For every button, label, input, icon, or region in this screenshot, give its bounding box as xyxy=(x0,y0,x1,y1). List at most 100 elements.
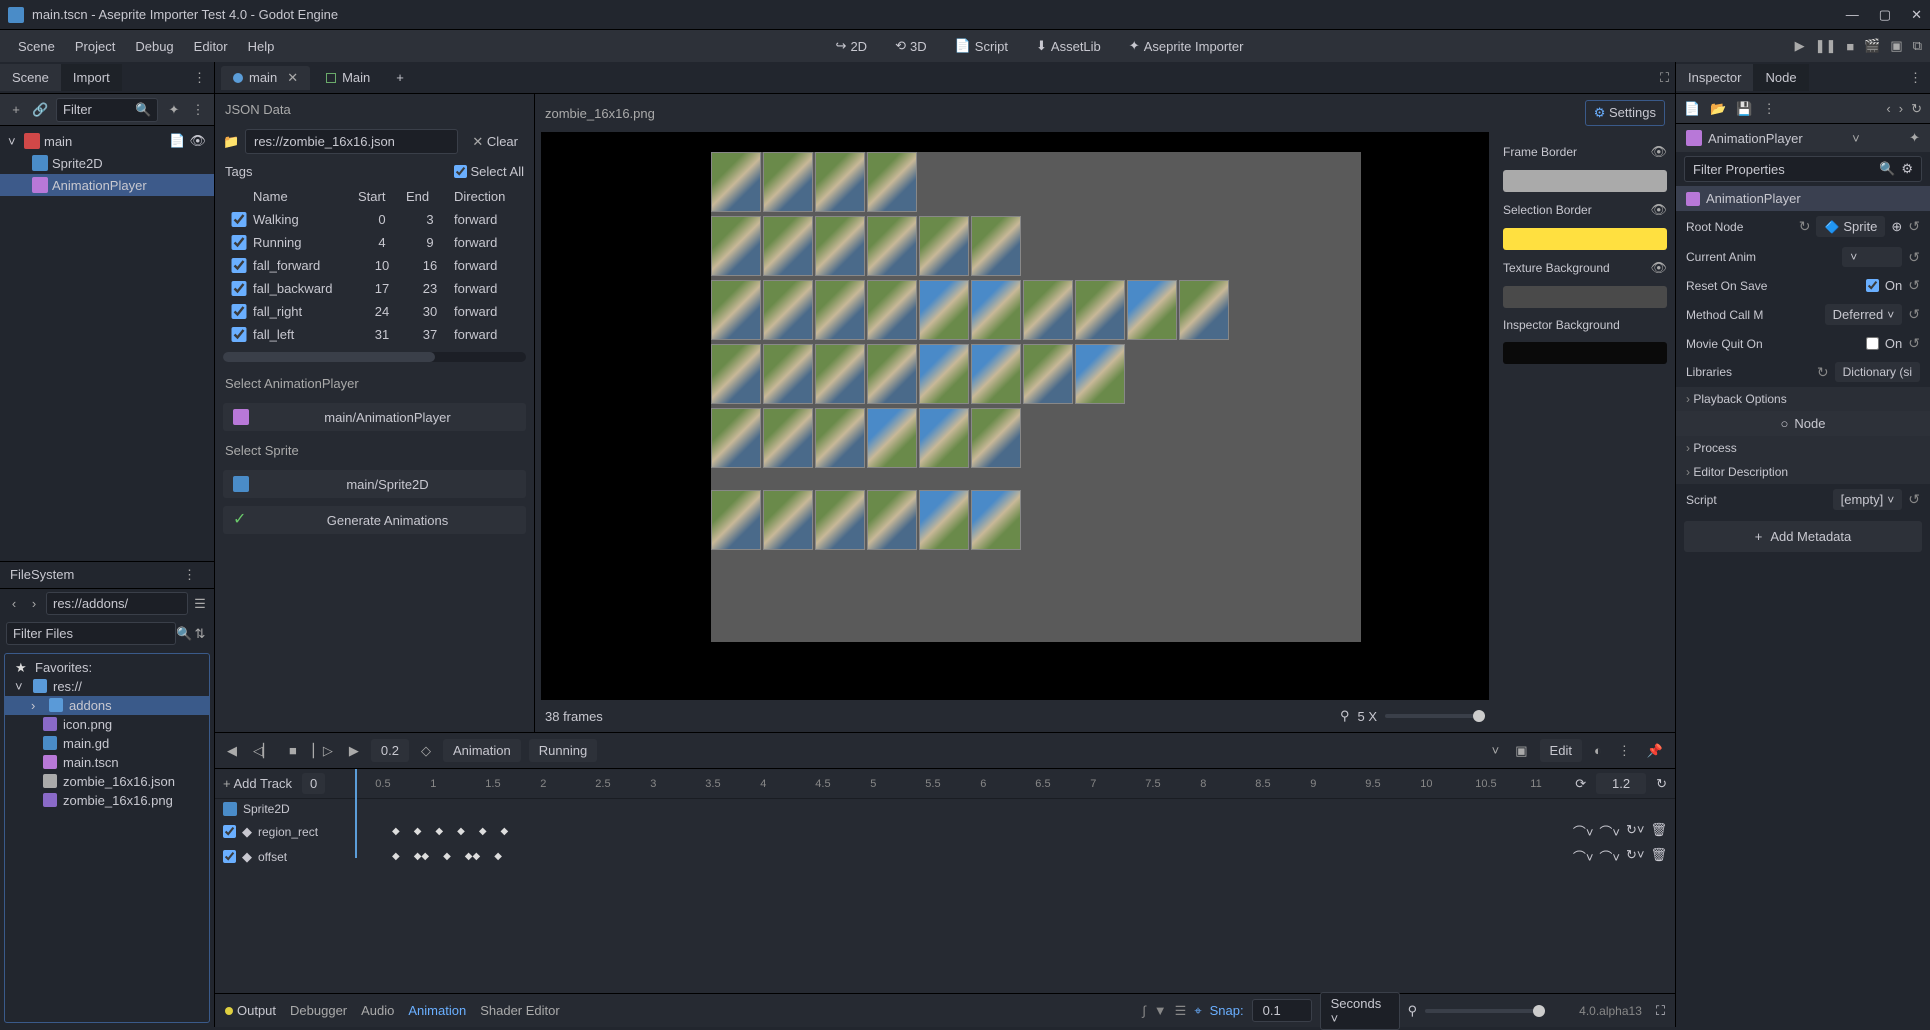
eye-icon[interactable]: 👁 xyxy=(1650,260,1667,276)
fs-path-input[interactable]: res://addons/ xyxy=(46,592,188,615)
reset-on-save-checkbox[interactable] xyxy=(1866,279,1879,292)
root-node-value[interactable]: 🔷 Sprite xyxy=(1816,216,1885,237)
anim-dropdown-arrow[interactable]: ˅ xyxy=(1488,743,1504,758)
script-value[interactable]: [empty] ˅ xyxy=(1833,489,1903,510)
filter-config-icon[interactable]: ⚙ xyxy=(1901,161,1913,177)
time-stepper[interactable]: ◇ xyxy=(417,743,435,759)
node-section[interactable]: ○ Node xyxy=(1676,411,1930,436)
folder-icon[interactable]: 📁 xyxy=(223,134,239,150)
delete-track-icon[interactable]: 🗑 xyxy=(1650,822,1667,841)
list-icon[interactable]: ☰ xyxy=(1175,1003,1187,1019)
track-enable-checkbox[interactable] xyxy=(223,825,236,838)
expand-bottom-icon[interactable]: ⛶ xyxy=(1656,1003,1665,1019)
json-file-path[interactable]: res://zombie_16x16.json xyxy=(245,129,458,154)
distraction-free-button[interactable]: ⛶ xyxy=(1660,70,1669,86)
frame-border-color[interactable] xyxy=(1503,170,1667,192)
scene-tab-main2[interactable]: Main xyxy=(314,66,382,89)
tag-row-fallright[interactable]: fall_right2430forward xyxy=(219,300,530,323)
interp-icon[interactable]: ⌒˅ xyxy=(1573,847,1594,866)
tree-node-sprite2d[interactable]: Sprite2D xyxy=(0,152,214,174)
scene-panel-menu[interactable]: ⋮ xyxy=(185,70,214,86)
scene-tab-main[interactable]: main✕ xyxy=(221,66,310,90)
nav-back-icon[interactable]: ‹ xyxy=(1886,101,1890,117)
tab-inspector[interactable]: Inspector xyxy=(1676,64,1753,91)
add-metadata-button[interactable]: +Add Metadata xyxy=(1684,521,1922,552)
movie-quit-checkbox[interactable] xyxy=(1866,337,1879,350)
viewmode-script[interactable]: 📄Script xyxy=(945,34,1018,58)
load-resource-icon[interactable]: 📂 xyxy=(1710,101,1726,117)
output-tab[interactable]: Output xyxy=(225,1003,276,1018)
script-icon[interactable]: 📄 xyxy=(169,133,185,149)
eye-icon[interactable]: 👁 xyxy=(1650,144,1667,160)
filter-icon[interactable]: ▼ xyxy=(1154,1003,1167,1018)
add-node-button[interactable]: + xyxy=(8,102,24,117)
fs-item-maintscn[interactable]: main.tscn xyxy=(5,753,209,772)
pause-button[interactable]: ❚❚ xyxy=(1815,38,1837,54)
viewmode-2d[interactable]: ↪2D xyxy=(826,34,878,58)
preview-canvas[interactable] xyxy=(541,132,1489,700)
revert-icon[interactable]: ↺ xyxy=(1908,335,1920,352)
method-call-dropdown[interactable]: Deferred ˅ xyxy=(1825,304,1903,325)
tab-scene[interactable]: Scene xyxy=(0,64,61,91)
revert-icon[interactable]: ↺ xyxy=(1908,306,1920,323)
process-section[interactable]: Process xyxy=(1676,436,1930,460)
nav-refresh-icon[interactable]: ↻ xyxy=(1911,101,1922,117)
current-animation-name[interactable]: Running xyxy=(529,739,597,762)
timeline-start[interactable]: 0 xyxy=(302,773,325,794)
stop-button[interactable]: ■ xyxy=(1846,39,1854,54)
anim-time-input[interactable]: 0.2 xyxy=(371,739,409,762)
loop-track-icon[interactable]: ↻˅ xyxy=(1626,847,1644,866)
interp-icon[interactable]: ⌒˅ xyxy=(1573,822,1594,841)
loop-icon[interactable]: ⟳ xyxy=(1575,776,1586,792)
nav-forward-icon[interactable]: › xyxy=(1899,101,1903,117)
autoplay-icon[interactable]: ▣ xyxy=(1511,743,1531,759)
timeline-zoom-slider[interactable] xyxy=(1425,1009,1545,1013)
menu-help[interactable]: Help xyxy=(238,39,285,54)
fs-item-maingd[interactable]: main.gd xyxy=(5,734,209,753)
playback-options-section[interactable]: Playback Options xyxy=(1676,387,1930,411)
revert-icon[interactable]: ↺ xyxy=(1908,218,1920,235)
animation-dropdown-label[interactable]: Animation xyxy=(443,739,521,762)
libraries-value[interactable]: Dictionary (si xyxy=(1835,362,1920,382)
scene-filter-input[interactable]: Filter🔍 xyxy=(56,98,158,122)
loop-track-icon[interactable]: ↻˅ xyxy=(1626,822,1644,841)
reload-icon[interactable]: ↻ xyxy=(1817,364,1829,381)
assign-icon[interactable]: ⊕ xyxy=(1891,219,1902,235)
track-region-rect[interactable]: ◆ region_rect ◆◆◆◆◆◆ ⌒˅⌒˅↻˅🗑 xyxy=(215,819,1675,844)
edit-button[interactable]: Edit xyxy=(1540,739,1582,762)
scene-tool-1[interactable]: ✦ xyxy=(166,102,182,118)
wrap-icon[interactable]: ⌒˅ xyxy=(1599,822,1620,841)
extra-icon[interactable]: ✦ xyxy=(1909,130,1920,146)
loop-mode-icon[interactable]: ↻ xyxy=(1656,776,1667,792)
close-tab-icon[interactable]: ✕ xyxy=(287,70,298,86)
close-button[interactable]: ✕ xyxy=(1911,7,1922,23)
render-button[interactable]: ⧉ xyxy=(1913,38,1922,54)
debugger-tab[interactable]: Debugger xyxy=(290,1003,347,1018)
onion-icon[interactable]: ◐ xyxy=(1590,743,1606,758)
tree-node-animationplayer[interactable]: AnimationPlayer xyxy=(0,174,214,196)
tag-row-walking[interactable]: Walking03forward xyxy=(219,208,530,231)
playhead[interactable] xyxy=(355,769,357,858)
anim-next-button[interactable]: ▏▷ xyxy=(309,743,337,759)
snap-unit-dropdown[interactable]: Seconds ˅ xyxy=(1320,992,1400,1030)
shader-editor-tab[interactable]: Shader Editor xyxy=(480,1003,560,1018)
fs-filter-input[interactable]: Filter Files xyxy=(6,622,176,645)
snap-value-input[interactable]: 0.1 xyxy=(1252,999,1312,1022)
inspector-bg-color[interactable] xyxy=(1503,342,1667,364)
anim-play-button[interactable]: ▶ xyxy=(345,743,363,759)
track-sprite2d[interactable]: Sprite2D xyxy=(215,799,1675,819)
save-resource-icon[interactable]: 💾 xyxy=(1736,101,1752,117)
search-icon[interactable]: 🔍 xyxy=(176,626,192,642)
play-button[interactable]: ▶ xyxy=(1795,38,1805,54)
animation-tab[interactable]: Animation xyxy=(408,1003,466,1018)
selection-border-color[interactable] xyxy=(1503,228,1667,250)
revert-icon[interactable]: ↺ xyxy=(1908,491,1920,508)
fs-item-res[interactable]: ˅res:// xyxy=(5,677,209,696)
new-resource-icon[interactable]: 📄 xyxy=(1684,101,1700,117)
eye-icon[interactable]: 👁 xyxy=(1650,202,1667,218)
fs-back-button[interactable]: ‹ xyxy=(6,596,22,611)
zoom-reset-icon[interactable]: ⚲ xyxy=(1340,708,1350,724)
select-sprite-button[interactable]: main/Sprite2D xyxy=(223,470,526,498)
anim-first-button[interactable]: ◀ xyxy=(223,743,241,759)
menu-editor[interactable]: Editor xyxy=(184,39,238,54)
